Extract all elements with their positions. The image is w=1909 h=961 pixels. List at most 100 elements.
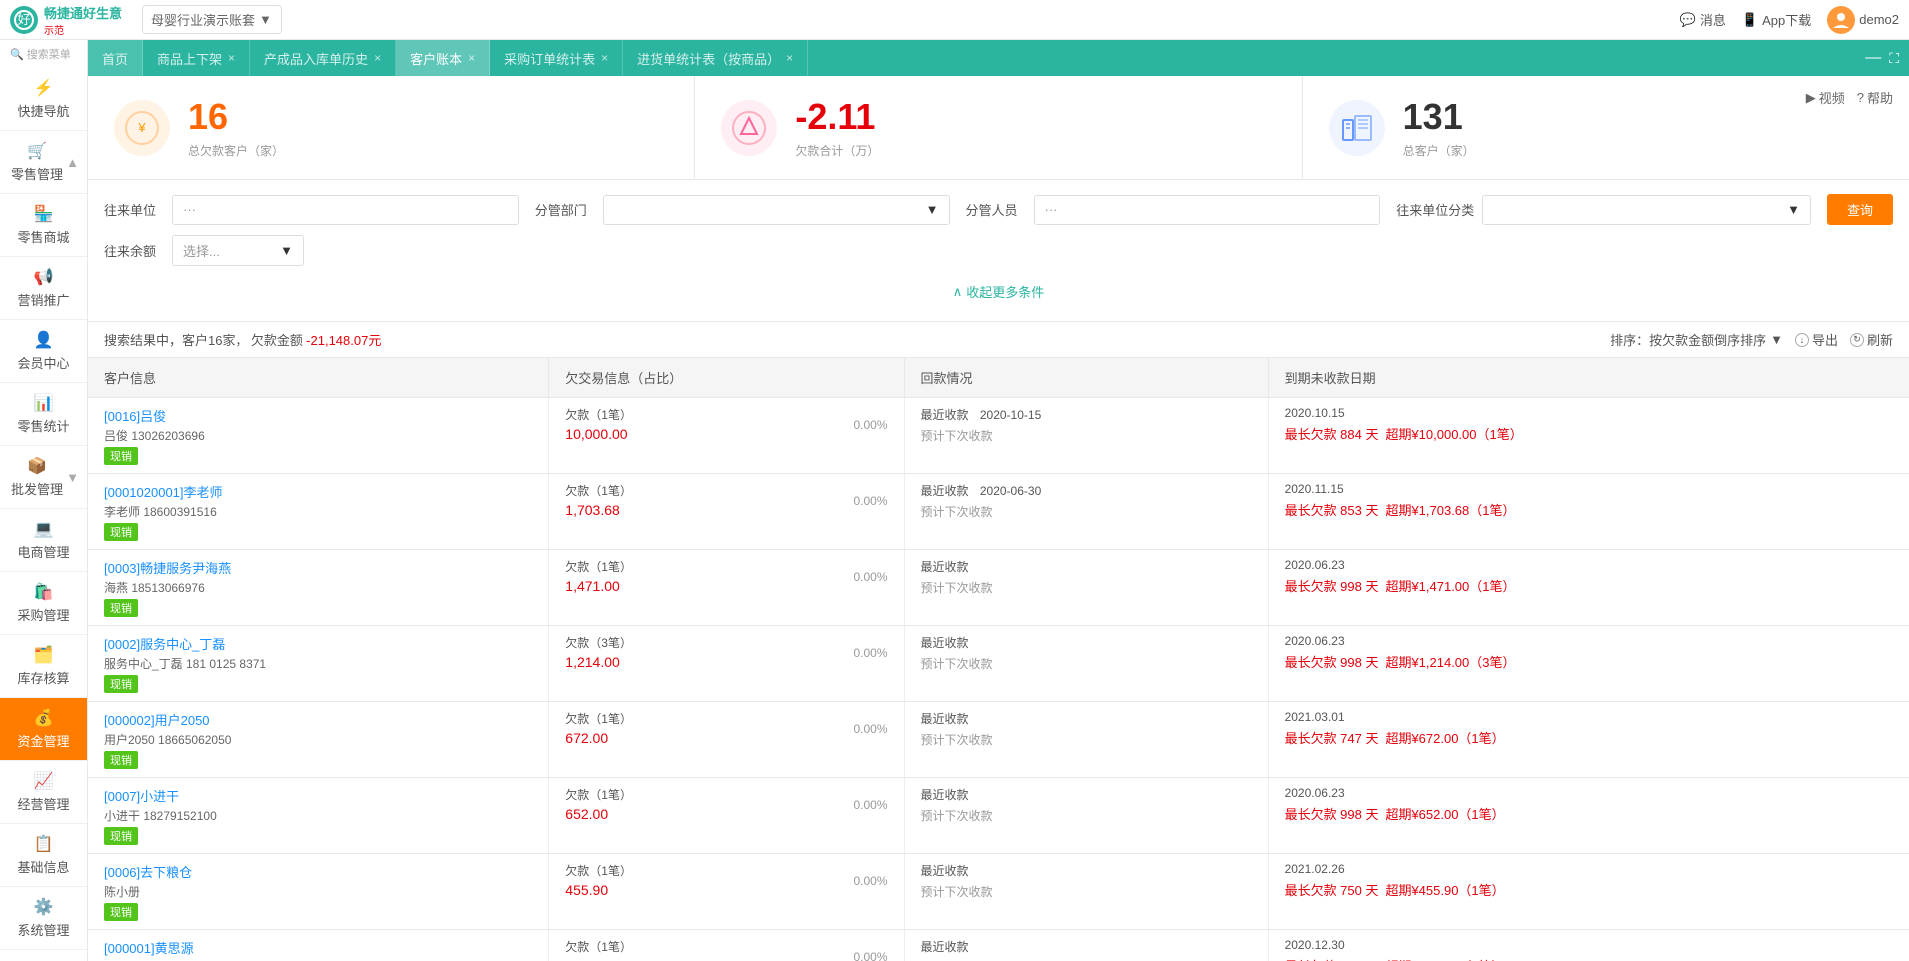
stat-total-customers-number: 131 bbox=[1403, 96, 1475, 138]
table-row: [0006]去下粮仓 陈小册 现销 欠款（1笔） 455.90 0.00% 最近… bbox=[88, 854, 1909, 930]
overdue-detail-1[interactable]: 最长欠款 853 天 超期¥1,703.68（1笔） bbox=[1285, 500, 1893, 519]
overdue-amount-0[interactable]: 超期¥10,000.00（1笔） bbox=[1385, 427, 1522, 442]
overdue-detail-4[interactable]: 最长欠款 747 天 超期¥672.00（1笔） bbox=[1285, 728, 1893, 747]
export-btn[interactable]: ↓ 导出 bbox=[1795, 330, 1838, 349]
customer-name-1[interactable]: [0001020001]李老师 bbox=[104, 482, 532, 501]
batch-mgmt-arrow: ▼ bbox=[66, 470, 79, 485]
overdue-amount-2[interactable]: 超期¥1,471.00（1笔） bbox=[1385, 579, 1515, 594]
tab-customer-account[interactable]: 客户账本 × bbox=[396, 40, 490, 76]
debt-amount-2: 1,471.00 bbox=[565, 578, 853, 594]
stat-top-right-actions: ▶ 视频 ? 帮助 bbox=[1806, 88, 1893, 107]
sidebar-item-basic-info[interactable]: 📋 基础信息 bbox=[0, 824, 87, 887]
sort-selector[interactable]: 排序：按欠款金额倒序排序 ▼ bbox=[1610, 330, 1783, 349]
results-summary: 搜索结果中，客户16家 bbox=[104, 333, 235, 348]
sidebar-item-retail-mall[interactable]: 🏪 零售商城 bbox=[0, 194, 87, 257]
debt-left-5: 欠款（1笔） 652.00 bbox=[565, 786, 853, 822]
sidebar-item-enterprise[interactable]: 🏢 企业协同 bbox=[0, 950, 87, 961]
tab-products-close[interactable]: × bbox=[228, 51, 235, 65]
overdue-amount-6[interactable]: 超期¥455.90（1笔） bbox=[1385, 883, 1504, 898]
refresh-btn[interactable]: ↻ 刷新 bbox=[1850, 330, 1893, 349]
overdue-detail-5[interactable]: 最长欠款 998 天 超期¥652.00（1笔） bbox=[1285, 804, 1893, 823]
marketing-icon: 📢 bbox=[8, 267, 79, 287]
help-btn[interactable]: ? 帮助 bbox=[1857, 88, 1893, 107]
overdue-detail-6[interactable]: 最长欠款 750 天 超期¥455.90（1笔） bbox=[1285, 880, 1893, 899]
sidebar-item-retail-mgmt[interactable]: 🛒 零售管理 ▲ bbox=[0, 131, 87, 194]
debt-cell-0: 欠款（1笔） 10,000.00 0.00% bbox=[565, 406, 887, 442]
sidebar-item-retail-stats[interactable]: 📊 零售统计 bbox=[0, 383, 87, 446]
dept-select[interactable]: ▼ bbox=[603, 195, 950, 225]
app-download-btn[interactable]: 📱 App下载 bbox=[1742, 10, 1811, 29]
sidebar-item-operations[interactable]: 📈 经营管理 bbox=[0, 761, 87, 824]
overdue-amount-5[interactable]: 超期¥652.00（1笔） bbox=[1385, 807, 1504, 822]
debt-cell-6: 欠款（1笔） 455.90 0.00% bbox=[565, 862, 887, 898]
customer-name-0[interactable]: [0016]吕俊 bbox=[104, 406, 532, 425]
video-btn[interactable]: ▶ 视频 bbox=[1806, 88, 1845, 107]
tab-home[interactable]: 首页 bbox=[88, 40, 143, 76]
overdue-detail-2[interactable]: 最长欠款 998 天 超期¥1,471.00（1笔） bbox=[1285, 576, 1893, 595]
company-selector[interactable]: 母婴行业演示账套 ▼ bbox=[142, 5, 282, 34]
customer-contact-1: 李老师 18600391516 bbox=[104, 503, 532, 520]
search-btn[interactable]: 查询 bbox=[1827, 194, 1893, 225]
tab-customer-account-close[interactable]: × bbox=[468, 51, 475, 65]
sidebar-item-ecommerce[interactable]: 💻 电商管理 bbox=[0, 509, 87, 572]
sidebar-item-quick-nav[interactable]: ⚡ 快捷导航 bbox=[0, 68, 87, 131]
company-dropdown-icon: ▼ bbox=[259, 12, 272, 27]
tab-maximize-icon[interactable]: ⛶ bbox=[1889, 50, 1899, 67]
debt-left-3: 欠款（3笔） 1,214.00 bbox=[565, 634, 853, 670]
overdue-amount-3[interactable]: 超期¥1,214.00（3笔） bbox=[1385, 655, 1515, 670]
debt-left-4: 欠款（1笔） 672.00 bbox=[565, 710, 853, 746]
collection-info-3: 最近收款 bbox=[921, 634, 1252, 651]
debt-ratio-0: 0.00% bbox=[853, 406, 887, 432]
user-profile[interactable]: demo2 bbox=[1827, 6, 1899, 34]
sidebar-search-menu[interactable]: 🔍 搜索菜单 bbox=[0, 40, 87, 68]
customer-name-5[interactable]: [0007]小进干 bbox=[104, 786, 532, 805]
stat-total-customers-info: 131 总客户（家） bbox=[1403, 96, 1475, 159]
sidebar-item-system[interactable]: ⚙️ 系统管理 bbox=[0, 887, 87, 950]
customer-tag-2: 现销 bbox=[104, 599, 138, 617]
tab-purchase-stats-close[interactable]: × bbox=[601, 51, 608, 65]
customer-name-3[interactable]: [0002]服务中心_丁磊 bbox=[104, 634, 532, 653]
tab-minimize-icon[interactable]: — bbox=[1865, 49, 1881, 67]
stat-debt-amount-info: -2.11 欠款合计（万） bbox=[795, 96, 879, 159]
member-label: 会员中心 bbox=[8, 353, 79, 372]
debt-amount-1: 1,703.68 bbox=[565, 502, 853, 518]
next-collection-1: 预计下次收款 bbox=[921, 503, 1252, 520]
td-collection-3: 最近收款 预计下次收款 bbox=[904, 626, 1268, 702]
tab-prod-history[interactable]: 产成品入库单历史 × bbox=[250, 40, 396, 76]
customer-name-4[interactable]: [000002]用户2050 bbox=[104, 710, 532, 729]
customer-tag-5: 现销 bbox=[104, 827, 138, 845]
from-unit-input[interactable]: ··· bbox=[172, 195, 519, 225]
sidebar-item-batch-mgmt[interactable]: 📦 批发管理 ▼ bbox=[0, 446, 87, 509]
collapse-btn[interactable]: ∧ 收起更多条件 bbox=[947, 276, 1051, 307]
overdue-detail-0[interactable]: 最长欠款 884 天 超期¥10,000.00（1笔） bbox=[1285, 424, 1893, 443]
td-debt-1: 欠款（1笔） 1,703.68 0.00% bbox=[549, 474, 904, 550]
overdue-amount-1[interactable]: 超期¥1,703.68（1笔） bbox=[1385, 503, 1515, 518]
customer-name-6[interactable]: [0006]去下粮仓 bbox=[104, 862, 532, 881]
message-btn[interactable]: 💬 消息 bbox=[1680, 10, 1726, 29]
th-collection: 回款情况 bbox=[904, 358, 1268, 398]
tab-inventory-stats[interactable]: 进货单统计表（按商品） × bbox=[623, 40, 808, 76]
help-icon: ? bbox=[1857, 90, 1864, 105]
unit-category-select[interactable]: ▼ bbox=[1482, 195, 1811, 225]
tab-prod-history-close[interactable]: × bbox=[374, 51, 381, 65]
overdue-detail-7[interactable]: 最长欠款 808 天 超期¥429.00（1笔） bbox=[1285, 956, 1893, 961]
tab-purchase-stats[interactable]: 采购订单统计表 × bbox=[490, 40, 623, 76]
sidebar-item-finance[interactable]: 💰 资金管理 bbox=[0, 698, 87, 761]
debt-cell-2: 欠款（1笔） 1,471.00 0.00% bbox=[565, 558, 887, 594]
balance-select[interactable]: 选择... ▼ bbox=[172, 235, 304, 266]
overdue-amount-4[interactable]: 超期¥672.00（1笔） bbox=[1385, 731, 1504, 746]
sidebar-item-inventory[interactable]: 🗂️ 库存核算 bbox=[0, 635, 87, 698]
td-due-4: 2021.03.01 最长欠款 747 天 超期¥672.00（1笔） bbox=[1268, 702, 1909, 778]
sidebar-item-purchase[interactable]: 🛍️ 采购管理 bbox=[0, 572, 87, 635]
customer-name-2[interactable]: [0003]畅捷服务尹海燕 bbox=[104, 558, 532, 577]
debt-ratio-5: 0.00% bbox=[853, 786, 887, 812]
next-collection-5: 预计下次收款 bbox=[921, 807, 1252, 824]
sidebar-item-member[interactable]: 👤 会员中心 bbox=[0, 320, 87, 383]
debt-left-0: 欠款（1笔） 10,000.00 bbox=[565, 406, 853, 442]
sidebar-item-marketing[interactable]: 📢 营销推广 bbox=[0, 257, 87, 320]
overdue-detail-3[interactable]: 最长欠款 998 天 超期¥1,214.00（3笔） bbox=[1285, 652, 1893, 671]
person-input[interactable]: ··· bbox=[1034, 195, 1381, 225]
customer-name-7[interactable]: [000001]黄思源 bbox=[104, 938, 532, 957]
tab-products[interactable]: 商品上下架 × bbox=[143, 40, 250, 76]
tab-inventory-stats-close[interactable]: × bbox=[786, 51, 793, 65]
